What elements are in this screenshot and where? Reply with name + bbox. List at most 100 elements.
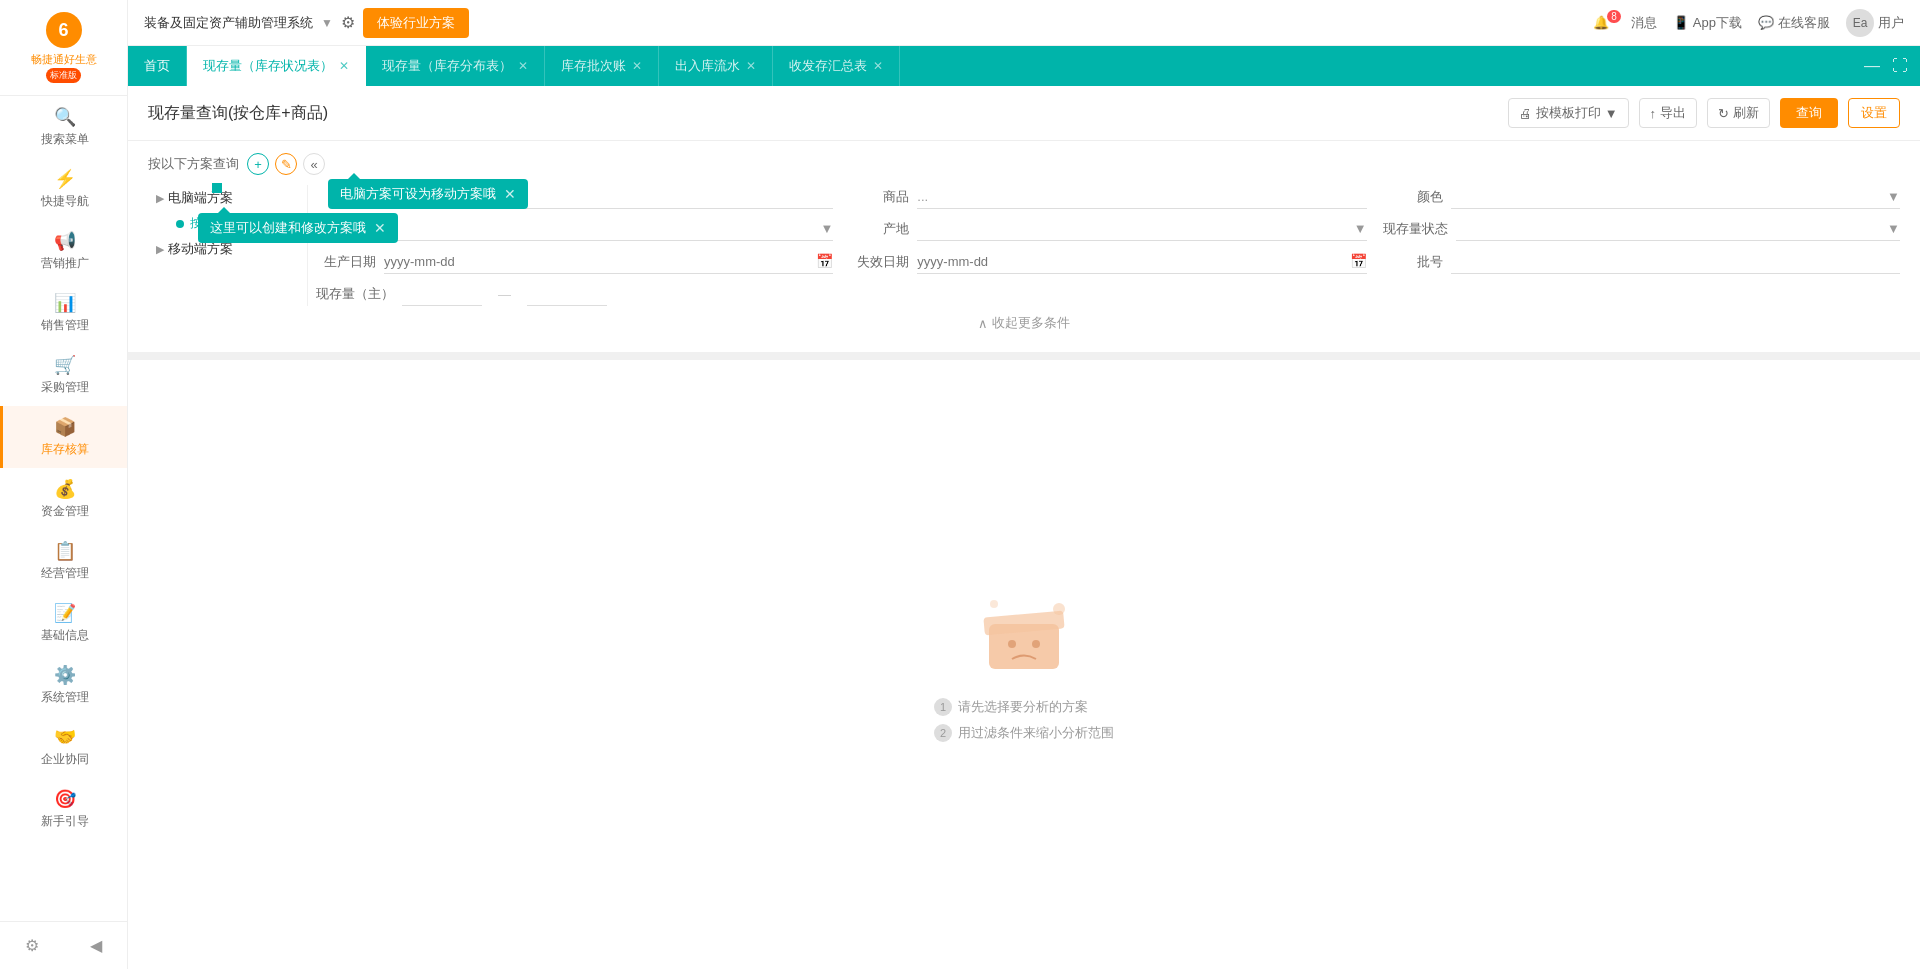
collapse-sidebar-icon[interactable]: ◀	[86, 932, 106, 959]
notification-item[interactable]: 🔔 8 消息	[1593, 14, 1657, 32]
svg-point-2	[1008, 640, 1016, 648]
sidebar-item-basic[interactable]: 📝 基础信息	[0, 592, 127, 654]
back-scheme-btn[interactable]: «	[303, 153, 325, 175]
edit-scheme-btn[interactable]: ✎	[275, 153, 297, 175]
batch-no-input[interactable]	[1451, 250, 1900, 274]
setting-btn[interactable]: 设置	[1848, 98, 1900, 128]
tab-close-batch[interactable]: ✕	[632, 60, 642, 72]
logo-text: 畅捷通好生意	[31, 52, 97, 66]
sidebar-item-purchase[interactable]: 🛒 采购管理	[0, 344, 127, 406]
collapse-btn[interactable]: ∧ 收起更多条件	[148, 306, 1900, 340]
logo-badge: 标准版	[46, 68, 81, 83]
filter-row-1: 按 仓库 ... 商品 ... 颜色	[316, 185, 1900, 209]
add-scheme-btn[interactable]: +	[247, 153, 269, 175]
header-right: 🔔 8 消息 📱 App下载 💬 在线客服 Ea 用户	[1593, 9, 1904, 37]
stock-main-from[interactable]	[402, 282, 482, 306]
export-icon: ↑	[1650, 106, 1657, 121]
production-date-input[interactable]: 📅	[384, 249, 833, 274]
tooltip2-close-icon[interactable]: ✕	[374, 220, 386, 236]
guide-icon: 🎯	[54, 788, 76, 810]
size-dropdown-icon: ▼	[820, 221, 833, 236]
tab-close-summary[interactable]: ✕	[873, 60, 883, 72]
tab-minimize-icon[interactable]: —	[1860, 53, 1884, 79]
tab-inventory-batch[interactable]: 库存批次账 ✕	[545, 46, 659, 86]
expiry-date-calendar-icon[interactable]: 📅	[1350, 253, 1367, 269]
tab-maximize-icon[interactable]: ⛶	[1888, 53, 1912, 79]
sidebar: 6 畅捷通好生意 标准版 🔍 搜索菜单 ⚡ 快捷导航 📢 营销推广 📊 销售管理…	[0, 0, 128, 969]
tooltip1-close-icon[interactable]: ✕	[504, 186, 516, 202]
sidebar-item-finance[interactable]: 💰 资金管理	[0, 468, 127, 530]
search-icon: 🔍	[54, 106, 76, 128]
tab-inventory-distribution[interactable]: 现存量（库存分布表） ✕	[366, 46, 545, 86]
stock-status-select[interactable]: ▼	[1456, 217, 1900, 241]
tab-home[interactable]: 首页	[128, 46, 187, 86]
expiry-date-input[interactable]: 📅	[917, 249, 1366, 274]
size-select[interactable]: ▼	[384, 217, 833, 241]
tab-inventory-status[interactable]: 现存量（库存状况表） ✕	[187, 46, 366, 86]
color-dropdown-icon: ▼	[1887, 189, 1900, 204]
export-btn[interactable]: ↑ 导出	[1639, 98, 1698, 128]
stock-main-to[interactable]	[527, 282, 607, 306]
tip-num-2: 2	[934, 724, 952, 742]
service-icon: 💬	[1758, 15, 1774, 30]
expiry-date-text[interactable]	[917, 254, 1349, 269]
tab-summary[interactable]: 收发存汇总表 ✕	[773, 46, 900, 86]
empty-state: 1 请先选择要分析的方案 2 用过滤条件来缩小分析范围	[128, 360, 1920, 969]
tooltip-desktop-scheme: 电脑方案可设为移动方案哦 ✕	[328, 179, 528, 209]
print-btn[interactable]: 🖨 按模板打印 ▼	[1508, 98, 1629, 128]
tab-close-inventory-status[interactable]: ✕	[339, 60, 349, 72]
production-date-field: 生产日期 📅	[316, 249, 833, 274]
industry-btn[interactable]: 体验行业方案	[363, 8, 469, 38]
filter-row-2: 尺码 ▼ 产地 ▼	[316, 217, 1900, 241]
header-left: 装备及固定资产辅助管理系统 ▼ ⚙ 体验行业方案	[144, 8, 469, 38]
refresh-icon: ↻	[1718, 106, 1729, 121]
app-download-item[interactable]: 📱 App下载	[1673, 14, 1742, 32]
quick-icon: ⚡	[54, 168, 76, 190]
sidebar-item-system[interactable]: ⚙️ 系统管理	[0, 654, 127, 716]
phone-icon: 📱	[1673, 15, 1689, 30]
expand-desktop-icon: ▶	[156, 192, 164, 205]
basic-icon: 📝	[54, 602, 76, 624]
sidebar-item-sales[interactable]: 📊 销售管理	[0, 282, 127, 344]
system-dropdown-icon[interactable]: ▼	[321, 16, 333, 30]
cooperation-icon: 🤝	[54, 726, 76, 748]
origin-select[interactable]: ▼	[917, 217, 1366, 241]
sidebar-item-marketing[interactable]: 📢 营销推广	[0, 220, 127, 282]
refresh-btn[interactable]: ↻ 刷新	[1707, 98, 1770, 128]
sidebar-item-quick[interactable]: ⚡ 快捷导航	[0, 158, 127, 220]
production-date-text[interactable]	[384, 254, 816, 269]
tab-inout-flow[interactable]: 出入库流水 ✕	[659, 46, 773, 86]
stock-status-field: 现存量状态 ▼	[1383, 217, 1900, 241]
tab-bar-end: — ⛶	[1860, 53, 1920, 79]
user-item[interactable]: Ea 用户	[1846, 9, 1904, 37]
online-service-item[interactable]: 💬 在线客服	[1758, 14, 1830, 32]
origin-dropdown-icon: ▼	[1354, 221, 1367, 236]
color-field: 颜色 ▼	[1383, 185, 1900, 209]
goods-field: 商品 ...	[849, 185, 1366, 209]
expand-mobile-icon: ▶	[156, 243, 164, 256]
sidebar-item-guide[interactable]: 🎯 新手引导	[0, 778, 127, 840]
origin-field: 产地 ▼	[849, 217, 1366, 241]
range-separator: —	[498, 287, 511, 302]
goods-select[interactable]: ...	[917, 185, 1366, 209]
system-name: 装备及固定资产辅助管理系统	[144, 14, 313, 32]
tab-close-inout[interactable]: ✕	[746, 60, 756, 72]
finance-icon: 💰	[54, 478, 76, 500]
production-date-calendar-icon[interactable]: 📅	[816, 253, 833, 269]
settings-gear-icon[interactable]: ⚙	[341, 13, 355, 32]
settings-bottom-icon[interactable]: ⚙	[21, 932, 43, 959]
page-title: 现存量查询(按仓库+商品)	[148, 103, 328, 124]
empty-illustration	[974, 584, 1074, 674]
tab-bar: 首页 现存量（库存状况表） ✕ 现存量（库存分布表） ✕ 库存批次账 ✕ 出入库…	[128, 46, 1920, 86]
filter-icons: + ✎ «	[247, 153, 325, 175]
sidebar-item-inventory[interactable]: 📦 库存核算	[0, 406, 127, 468]
purchase-icon: 🛒	[54, 354, 76, 376]
tab-close-distribution[interactable]: ✕	[518, 60, 528, 72]
sidebar-item-search[interactable]: 🔍 搜索菜单	[0, 96, 127, 158]
query-btn[interactable]: 查询	[1780, 98, 1838, 128]
color-select[interactable]: ▼	[1451, 185, 1900, 209]
sidebar-item-management[interactable]: 📋 经营管理	[0, 530, 127, 592]
main-area: 装备及固定资产辅助管理系统 ▼ ⚙ 体验行业方案 🔔 8 消息 📱 App下载 …	[128, 0, 1920, 969]
goods-dots: ...	[917, 189, 928, 204]
sidebar-item-cooperation[interactable]: 🤝 企业协同	[0, 716, 127, 778]
